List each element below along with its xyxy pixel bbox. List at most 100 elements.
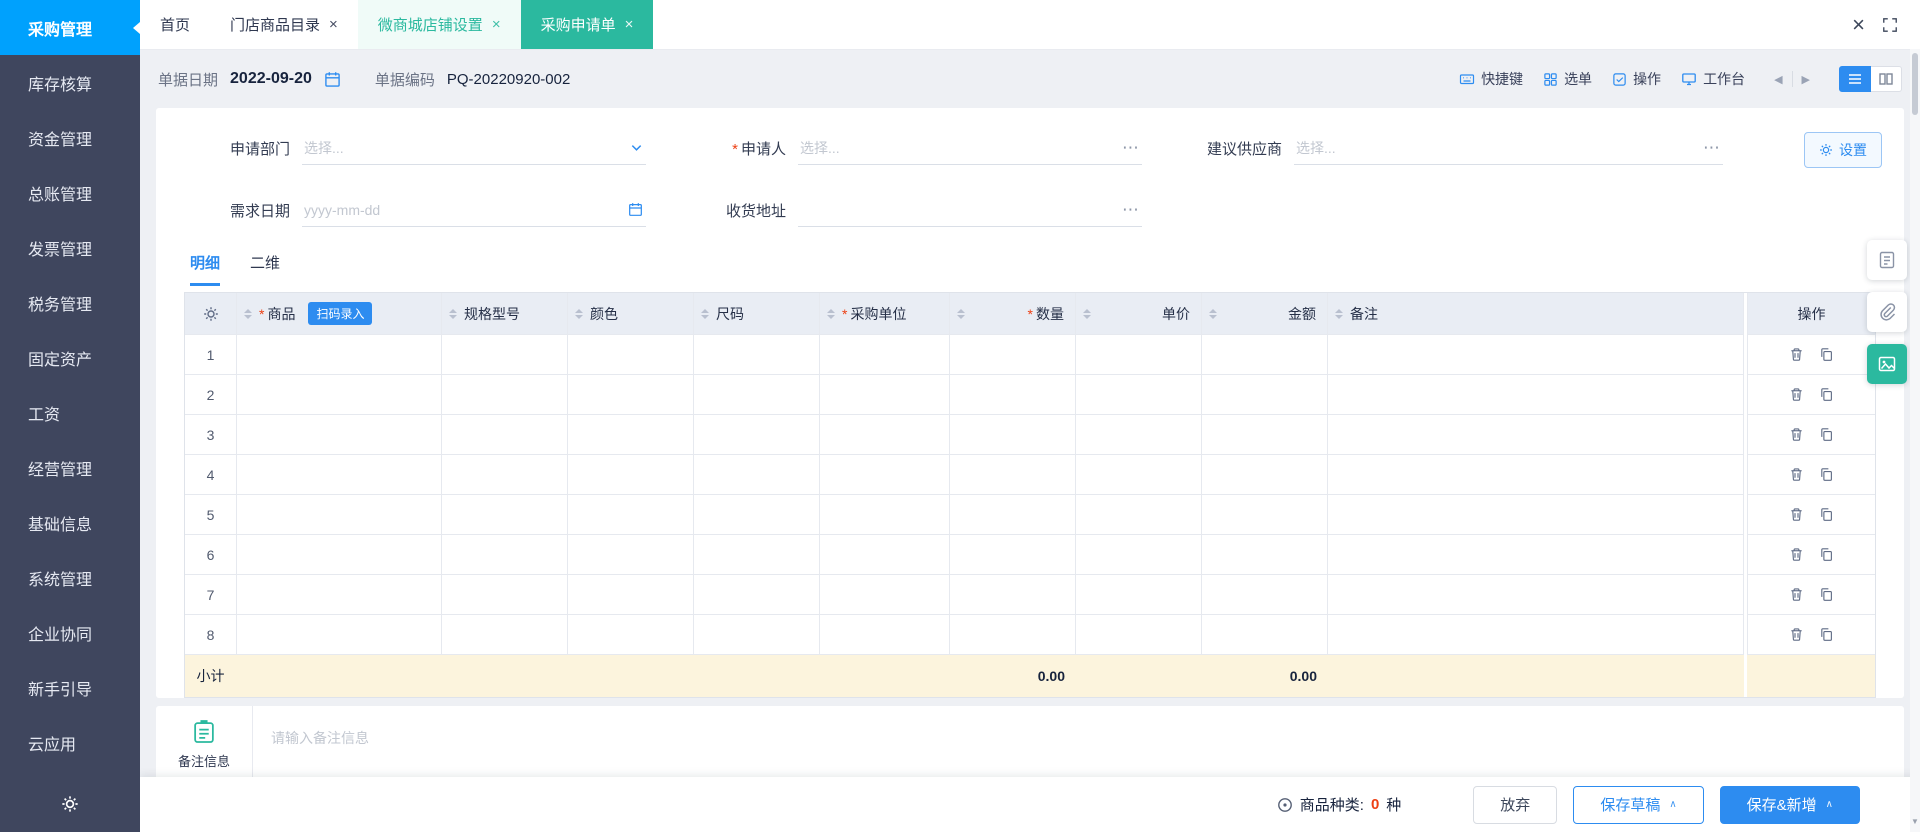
sort-icon[interactable] (701, 308, 709, 319)
copy-row-icon[interactable] (1819, 627, 1834, 642)
operations-button[interactable]: 操作 (1612, 69, 1661, 89)
table-cell[interactable] (1202, 455, 1328, 495)
address-select[interactable]: ⋯ (798, 194, 1142, 227)
table-cell[interactable] (1076, 455, 1202, 495)
table-cell[interactable] (237, 415, 442, 455)
sidebar-item[interactable]: 系统管理 (0, 550, 140, 605)
chevron-down-icon[interactable] (627, 141, 646, 154)
delete-row-icon[interactable] (1789, 387, 1804, 402)
table-cell[interactable] (1328, 575, 1744, 615)
table-cell[interactable] (1202, 495, 1328, 535)
sort-icon[interactable] (1209, 308, 1217, 319)
settings-button[interactable]: 设置 (1804, 132, 1882, 168)
table-cell[interactable] (1328, 455, 1744, 495)
table-cell[interactable] (694, 575, 820, 615)
table-cell[interactable] (1076, 335, 1202, 375)
tab-item[interactable]: 门店商品目录 × (210, 0, 358, 49)
sort-icon[interactable] (244, 308, 252, 319)
table-cell[interactable] (442, 375, 568, 415)
table-cell[interactable] (694, 615, 820, 655)
need-date-picker[interactable] (302, 194, 646, 227)
attachment-tool-button[interactable] (1867, 292, 1907, 332)
copy-row-icon[interactable] (1819, 507, 1834, 522)
table-cell[interactable] (1328, 535, 1744, 575)
tab-detail[interactable]: 明细 (190, 252, 221, 286)
sidebar-settings-gear-icon[interactable] (0, 776, 140, 832)
list-view-toggle[interactable] (1839, 66, 1871, 92)
table-cell[interactable] (237, 455, 442, 495)
sort-icon[interactable] (957, 308, 965, 319)
sort-icon[interactable] (449, 308, 457, 319)
address-input[interactable] (798, 201, 1119, 218)
tab-close-icon[interactable]: × (329, 16, 338, 33)
ellipsis-icon[interactable]: ⋯ (1119, 200, 1142, 220)
sort-icon[interactable] (1335, 308, 1343, 319)
table-cell[interactable] (950, 535, 1076, 575)
department-input[interactable] (302, 139, 627, 156)
table-cell[interactable] (442, 575, 568, 615)
tab-item[interactable]: 微商城店铺设置 × (357, 0, 521, 49)
table-cell[interactable] (694, 455, 820, 495)
sidebar-item[interactable]: 新手引导 (0, 660, 140, 715)
copy-row-icon[interactable] (1819, 347, 1834, 362)
sort-icon[interactable] (1083, 308, 1091, 319)
sort-icon[interactable] (575, 308, 583, 319)
delete-row-icon[interactable] (1789, 507, 1804, 522)
copy-row-icon[interactable] (1819, 587, 1834, 602)
doc-date-value[interactable]: 2022-09-20 (230, 70, 312, 88)
survey-tool-button[interactable] (1867, 240, 1907, 280)
table-cell[interactable] (1328, 335, 1744, 375)
sidebar-item[interactable]: 库存核算 (0, 55, 140, 110)
remark-input[interactable] (253, 706, 1904, 777)
table-cell[interactable] (568, 615, 694, 655)
table-cell[interactable] (442, 615, 568, 655)
column-header[interactable]: 尺码 (694, 293, 820, 335)
table-cell[interactable] (694, 535, 820, 575)
column-settings-icon[interactable] (185, 293, 237, 335)
table-cell[interactable] (820, 415, 950, 455)
screenshot-tool-button[interactable] (1867, 344, 1907, 384)
next-arrow-icon[interactable]: ▶ (1793, 73, 1819, 86)
table-cell[interactable] (442, 415, 568, 455)
sidebar-item[interactable]: 发票管理 (0, 220, 140, 275)
column-header[interactable]: 单价 (1076, 293, 1202, 335)
card-view-toggle[interactable] (1871, 66, 1902, 92)
table-cell[interactable] (237, 535, 442, 575)
supplier-input[interactable] (1294, 139, 1700, 156)
table-cell[interactable] (820, 535, 950, 575)
table-cell[interactable] (950, 495, 1076, 535)
table-cell[interactable] (1202, 375, 1328, 415)
delete-row-icon[interactable] (1789, 347, 1804, 362)
table-cell[interactable] (237, 575, 442, 615)
sidebar-item[interactable]: 工资 (0, 385, 140, 440)
supplier-select[interactable]: ⋯ (1294, 132, 1723, 165)
table-cell[interactable] (1328, 495, 1744, 535)
table-cell[interactable] (694, 335, 820, 375)
fullscreen-icon[interactable] (1882, 17, 1898, 33)
column-header[interactable]: 备注 (1328, 293, 1744, 335)
table-cell[interactable] (950, 375, 1076, 415)
delete-row-icon[interactable] (1789, 547, 1804, 562)
table-cell[interactable] (950, 335, 1076, 375)
table-cell[interactable] (1076, 535, 1202, 575)
need-date-input[interactable] (302, 201, 625, 218)
sidebar-item[interactable]: 固定资产 (0, 330, 140, 385)
ellipsis-icon[interactable]: ⋯ (1700, 138, 1723, 158)
table-cell[interactable] (694, 495, 820, 535)
table-cell[interactable] (1202, 415, 1328, 455)
table-cell[interactable] (1202, 535, 1328, 575)
table-cell[interactable] (1076, 575, 1202, 615)
scrollbar-thumb[interactable] (1912, 53, 1918, 115)
table-cell[interactable] (1202, 335, 1328, 375)
table-cell[interactable] (820, 335, 950, 375)
applicant-input[interactable] (798, 139, 1119, 156)
tab-item[interactable]: 采购申请单 × (520, 0, 654, 49)
copy-row-icon[interactable] (1819, 467, 1834, 482)
table-cell[interactable] (568, 375, 694, 415)
table-cell[interactable] (820, 375, 950, 415)
column-header[interactable]: 颜色 (568, 293, 694, 335)
applicant-select[interactable]: ⋯ (798, 132, 1142, 165)
column-header[interactable]: * 商品 扫码录入 (237, 293, 442, 335)
calendar-icon[interactable] (625, 202, 646, 217)
scan-input-button[interactable]: 扫码录入 (308, 302, 373, 325)
